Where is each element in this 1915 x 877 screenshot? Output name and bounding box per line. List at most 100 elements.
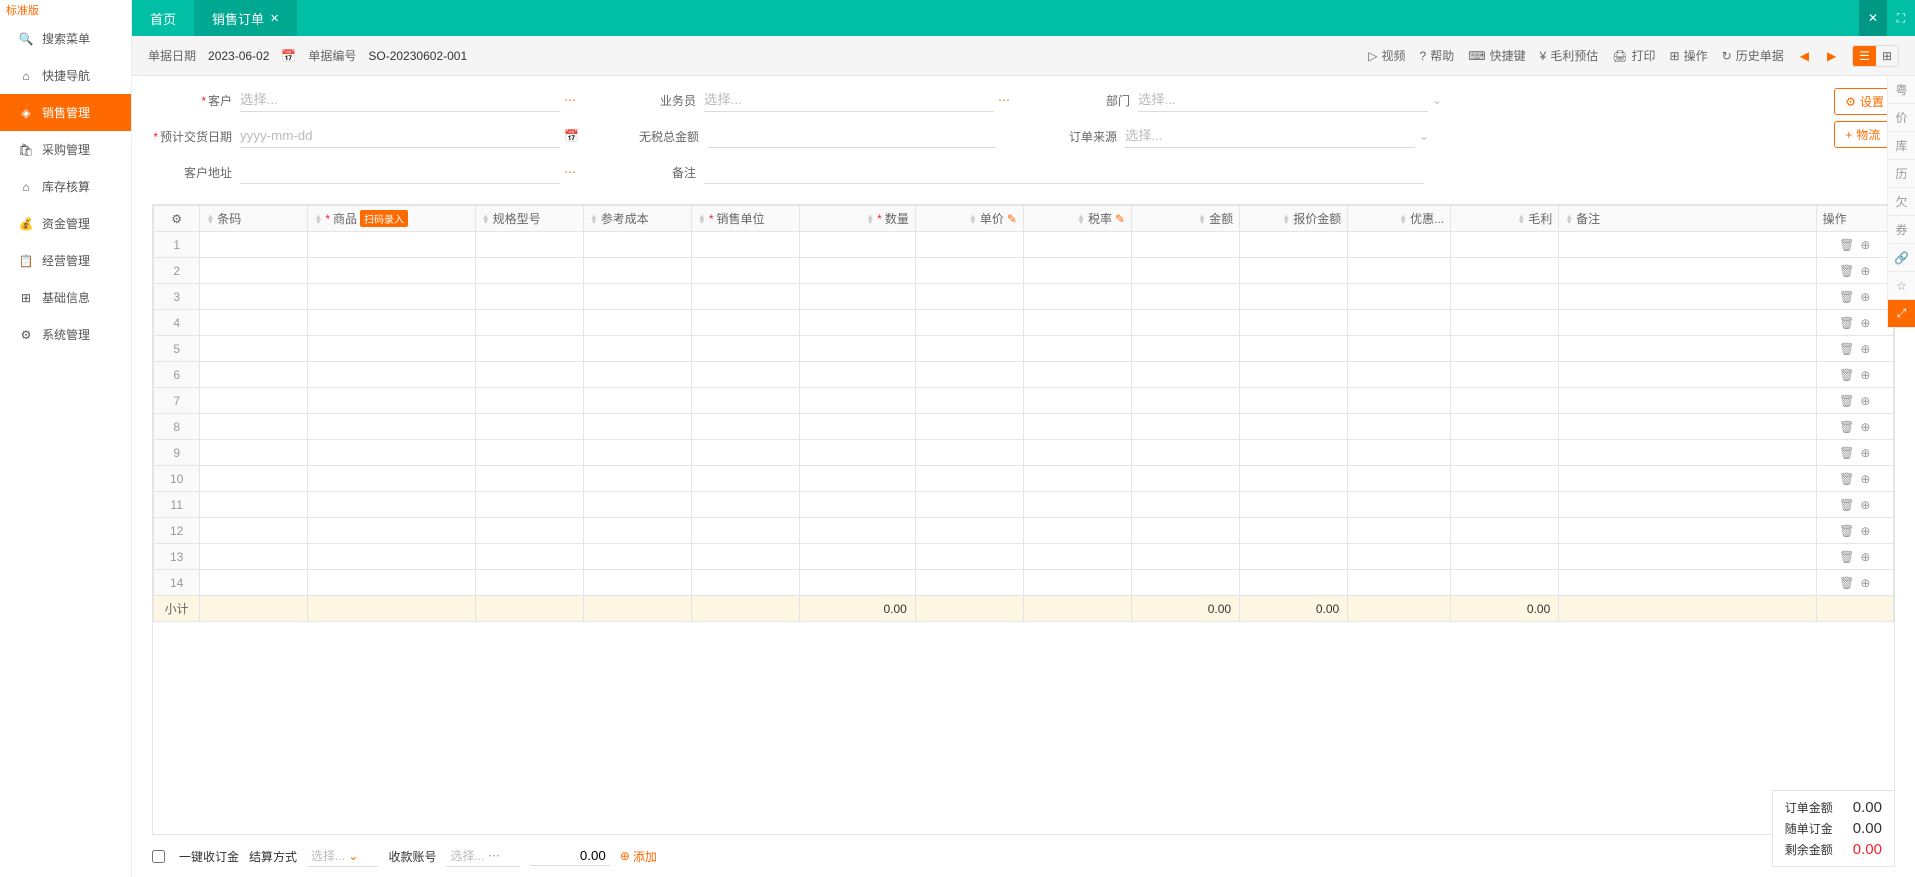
- table-row[interactable]: 11🗑⊕: [154, 492, 1894, 518]
- copy-row-icon[interactable]: ⊕: [1860, 472, 1870, 486]
- tab-首页[interactable]: 首页: [132, 0, 194, 36]
- toolbar-profit-button[interactable]: ¥毛利预估: [1540, 47, 1599, 64]
- tab-close-icon[interactable]: ✕: [270, 12, 279, 25]
- toolbar-print-button[interactable]: 🖨打印: [1612, 47, 1655, 64]
- account-select[interactable]: 选择... ⋯: [446, 845, 519, 867]
- copy-row-icon[interactable]: ⊕: [1860, 316, 1870, 330]
- delete-row-icon[interactable]: 🗑: [1839, 472, 1854, 486]
- add-payment-button[interactable]: ⊕添加: [620, 848, 657, 865]
- delivery-date-input[interactable]: [240, 124, 560, 148]
- dept-chevron-icon[interactable]: ⌄: [1432, 93, 1442, 107]
- calendar-icon[interactable]: 📅: [281, 49, 296, 63]
- col-discount[interactable]: ▲▼优惠...: [1348, 206, 1451, 232]
- copy-row-icon[interactable]: ⊕: [1860, 498, 1870, 512]
- table-row[interactable]: 2🗑⊕: [154, 258, 1894, 284]
- table-row[interactable]: 6🗑⊕: [154, 362, 1894, 388]
- copy-row-icon[interactable]: ⊕: [1860, 524, 1870, 538]
- sidebar-item-inventory[interactable]: ⌂库存核算: [0, 168, 131, 205]
- rail-item-价[interactable]: 价: [1888, 104, 1915, 132]
- toolbar-history-button[interactable]: ↻历史单据: [1722, 47, 1784, 64]
- table-row[interactable]: 4🗑⊕: [154, 310, 1894, 336]
- toolbar-help-button[interactable]: ?帮助: [1420, 47, 1455, 64]
- col-price[interactable]: ▲▼单价✎: [915, 206, 1023, 232]
- delete-row-icon[interactable]: 🗑: [1839, 524, 1854, 538]
- rail-item-欠[interactable]: 欠: [1888, 188, 1915, 216]
- rail-item-expand[interactable]: ⤢: [1888, 300, 1915, 328]
- rail-item-券[interactable]: 券: [1888, 216, 1915, 244]
- customer-picker-icon[interactable]: ⋯: [564, 93, 576, 107]
- col-spec[interactable]: ▲▼规格型号: [475, 206, 583, 232]
- gear-icon[interactable]: ⚙: [171, 212, 182, 226]
- settle-select[interactable]: 选择... ⌄: [307, 845, 378, 867]
- toolbar-ops-button[interactable]: ⊞操作: [1670, 47, 1708, 64]
- remark-input[interactable]: [704, 160, 1424, 184]
- fullscreen-button[interactable]: ⛶: [1887, 0, 1915, 36]
- toolbar-play-button[interactable]: ▷视频: [1368, 47, 1405, 64]
- rail-item-star[interactable]: ☆: [1888, 272, 1915, 300]
- notax-total-input[interactable]: [707, 124, 997, 148]
- copy-row-icon[interactable]: ⊕: [1860, 550, 1870, 564]
- sidebar-item-funds[interactable]: 💰资金管理: [0, 205, 131, 242]
- address-picker-icon[interactable]: ⋯: [564, 165, 576, 179]
- copy-row-icon[interactable]: ⊕: [1860, 394, 1870, 408]
- col-barcode[interactable]: ▲▼条码: [200, 206, 308, 232]
- edit-icon[interactable]: ✎: [1007, 212, 1017, 226]
- delete-row-icon[interactable]: 🗑: [1839, 420, 1854, 434]
- col-tax[interactable]: ▲▼税率✎: [1023, 206, 1131, 232]
- delete-row-icon[interactable]: 🗑: [1839, 316, 1854, 330]
- view-list-button[interactable]: ⊞: [1876, 46, 1898, 66]
- col-product[interactable]: ▲▼*商品扫码录入: [308, 206, 475, 232]
- delete-row-icon[interactable]: 🗑: [1839, 264, 1854, 278]
- sidebar-item-business[interactable]: 📋经营管理: [0, 242, 131, 279]
- col-amount[interactable]: ▲▼金额: [1132, 206, 1240, 232]
- copy-row-icon[interactable]: ⊕: [1860, 576, 1870, 590]
- table-row[interactable]: 14🗑⊕: [154, 570, 1894, 596]
- copy-row-icon[interactable]: ⊕: [1860, 238, 1870, 252]
- dept-input[interactable]: [1138, 88, 1428, 112]
- address-input[interactable]: [240, 160, 560, 184]
- delete-row-icon[interactable]: 🗑: [1839, 498, 1854, 512]
- rail-item-link[interactable]: 🔗: [1888, 244, 1915, 272]
- table-row[interactable]: 5🗑⊕: [154, 336, 1894, 362]
- copy-row-icon[interactable]: ⊕: [1860, 290, 1870, 304]
- rail-item-粤[interactable]: 粤: [1888, 76, 1915, 104]
- copy-row-icon[interactable]: ⊕: [1860, 342, 1870, 356]
- sidebar-item-purchase[interactable]: 🛍采购管理: [0, 131, 131, 168]
- tab-销售订单[interactable]: 销售订单✕: [194, 0, 297, 36]
- table-row[interactable]: 8🗑⊕: [154, 414, 1894, 440]
- col-quote[interactable]: ▲▼报价金额: [1240, 206, 1348, 232]
- sidebar-item-basic[interactable]: ⊞基础信息: [0, 279, 131, 316]
- sidebar-item-search[interactable]: 🔍搜索菜单: [0, 20, 131, 57]
- table-row[interactable]: 3🗑⊕: [154, 284, 1894, 310]
- settings-button[interactable]: ⚙ 设置: [1834, 88, 1895, 115]
- customer-input[interactable]: [240, 88, 560, 112]
- table-row[interactable]: 9🗑⊕: [154, 440, 1894, 466]
- copy-row-icon[interactable]: ⊕: [1860, 264, 1870, 278]
- next-doc-button[interactable]: ▶: [1825, 49, 1838, 63]
- col-note[interactable]: ▲▼备注: [1559, 206, 1816, 232]
- delete-row-icon[interactable]: 🗑: [1839, 576, 1854, 590]
- view-form-button[interactable]: ☰: [1853, 46, 1876, 66]
- sidebar-item-system[interactable]: ⚙系统管理: [0, 316, 131, 353]
- copy-row-icon[interactable]: ⊕: [1860, 446, 1870, 460]
- salesman-input[interactable]: [704, 88, 994, 112]
- delete-row-icon[interactable]: 🗑: [1839, 342, 1854, 356]
- delete-row-icon[interactable]: 🗑: [1839, 394, 1854, 408]
- prev-doc-button[interactable]: ◀: [1798, 49, 1811, 63]
- table-row[interactable]: 12🗑⊕: [154, 518, 1894, 544]
- copy-row-icon[interactable]: ⊕: [1860, 368, 1870, 382]
- toolbar-keyboard-button[interactable]: ⌨快捷键: [1468, 47, 1525, 64]
- col-refcost[interactable]: ▲▼参考成本: [583, 206, 691, 232]
- table-row[interactable]: 13🗑⊕: [154, 544, 1894, 570]
- col-profit[interactable]: ▲▼毛利: [1451, 206, 1559, 232]
- doc-date-value[interactable]: 2023-06-02: [208, 49, 269, 63]
- delete-row-icon[interactable]: 🗑: [1839, 446, 1854, 460]
- rail-item-历[interactable]: 历: [1888, 160, 1915, 188]
- salesman-picker-icon[interactable]: ⋯: [998, 93, 1010, 107]
- col-qty[interactable]: ▲▼*数量: [800, 206, 916, 232]
- table-row[interactable]: 1🗑⊕: [154, 232, 1894, 258]
- delivery-calendar-icon[interactable]: 📅: [564, 129, 579, 143]
- logistics-button[interactable]: + 物流: [1834, 121, 1895, 148]
- close-all-tabs-button[interactable]: ✕: [1859, 0, 1887, 36]
- order-source-chevron-icon[interactable]: ⌄: [1419, 129, 1429, 143]
